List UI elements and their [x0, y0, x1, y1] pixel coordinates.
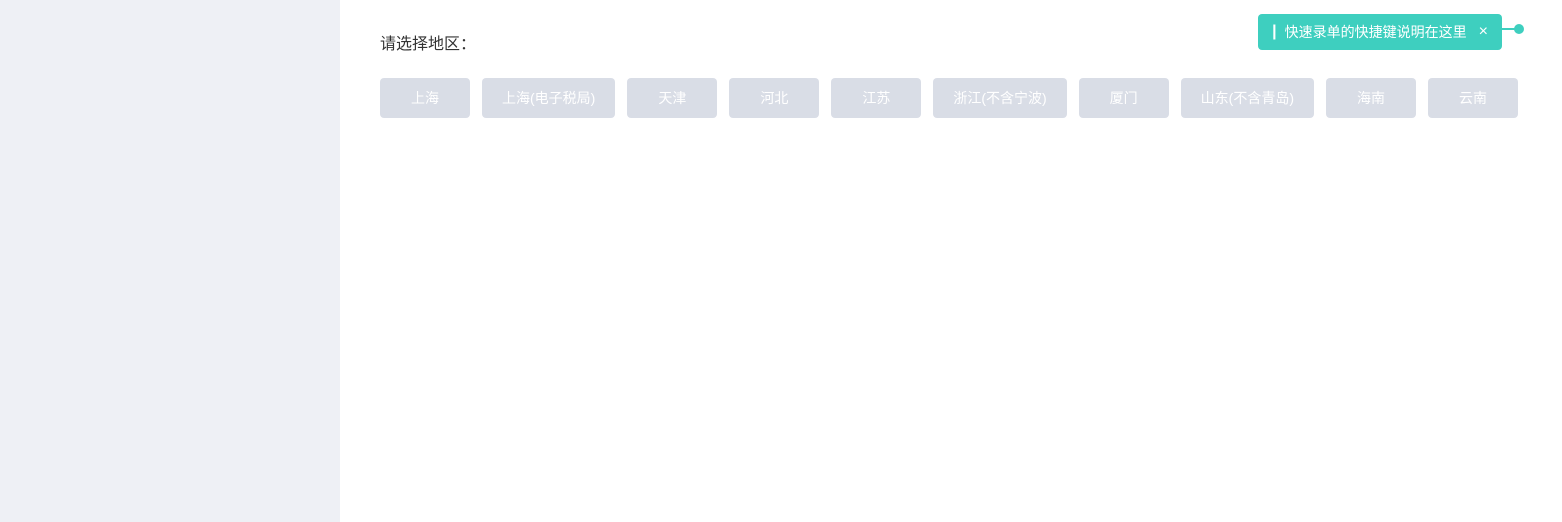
region-button-hainan[interactable]: 海南 [1326, 78, 1416, 118]
region-button-yunnan[interactable]: 云南 [1428, 78, 1518, 118]
tooltip-banner: 快速录单的快捷键说明在这里 × [1258, 14, 1502, 50]
region-button-zhejiang[interactable]: 浙江(不含宁波) [933, 78, 1066, 118]
main-content: 快速录单的快捷键说明在这里 × 请选择地区： 上海上海(电子税局)天津河北江苏浙… [340, 0, 1562, 522]
region-button-xiamen[interactable]: 厦门 [1079, 78, 1169, 118]
tooltip-close-button[interactable]: × [1479, 23, 1488, 41]
region-button-hebei[interactable]: 河北 [729, 78, 819, 118]
region-button-shandong[interactable]: 山东(不含青岛) [1181, 78, 1314, 118]
region-buttons-container: 上海上海(电子税局) 天津河北江苏浙江(不含宁波) 厦门山东(不含青岛) 海南云南 [380, 78, 1522, 118]
tooltip-text: 快速录单的快捷键说明在这里 [1285, 22, 1467, 42]
region-button-tianjin[interactable]: 天津 [627, 78, 717, 118]
page-layout: 快速录单的快捷键说明在这里 × 请选择地区： 上海上海(电子税局)天津河北江苏浙… [0, 0, 1562, 522]
tooltip-connector-dot [1514, 24, 1524, 34]
region-button-shanghai-etax[interactable]: 上海(电子税局) [482, 78, 615, 118]
sidebar [0, 0, 340, 522]
region-button-shanghai[interactable]: 上海 [380, 78, 470, 118]
region-button-jiangsu[interactable]: 江苏 [831, 78, 921, 118]
